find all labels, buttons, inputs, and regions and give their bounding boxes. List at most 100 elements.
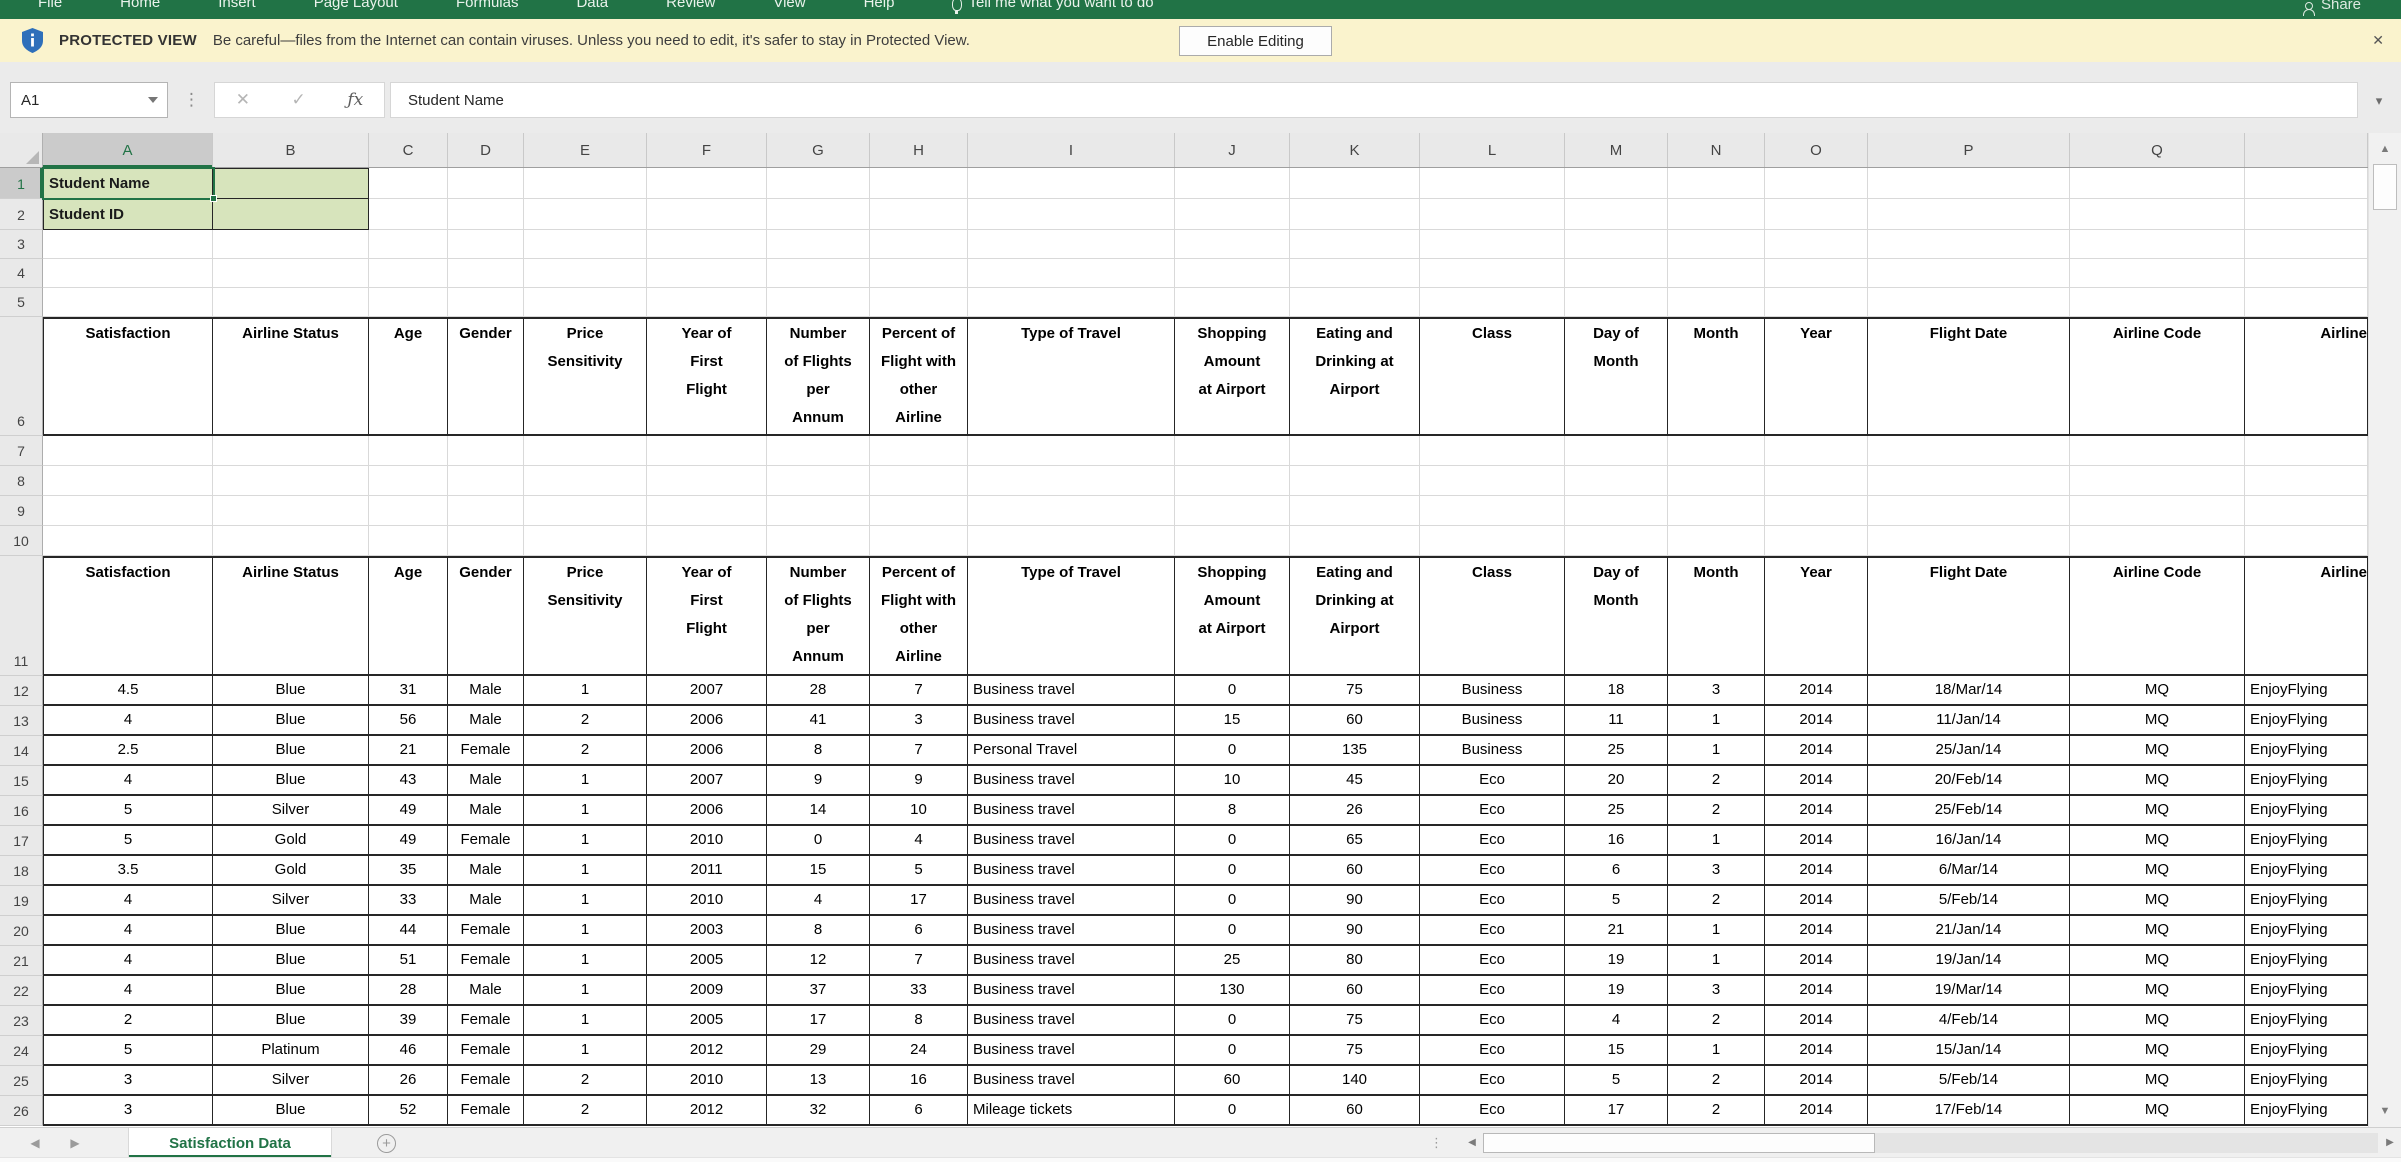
cell-E1[interactable] (524, 168, 647, 199)
cell-G21[interactable]: 12 (767, 946, 870, 976)
cell-F4[interactable] (647, 259, 767, 288)
cell-I1[interactable] (968, 168, 1175, 199)
cell-M1[interactable] (1565, 168, 1668, 199)
cell-G2[interactable] (767, 199, 870, 230)
cell-L25[interactable]: Eco (1420, 1066, 1565, 1096)
cell-K16[interactable]: 26 (1290, 796, 1420, 826)
cell-M22[interactable]: 19 (1565, 976, 1668, 1006)
cell-J24[interactable]: 0 (1175, 1036, 1290, 1066)
cell-M5[interactable] (1565, 288, 1668, 317)
cell-N9[interactable] (1668, 496, 1765, 526)
cell-H8[interactable] (870, 466, 968, 496)
cell-D5[interactable] (448, 288, 524, 317)
tell-me-box[interactable]: Tell me what you want to do (952, 0, 1153, 14)
cell-A21[interactable]: 4 (43, 946, 213, 976)
cell-E13[interactable]: 2 (524, 706, 647, 736)
cell-C12[interactable]: 31 (369, 676, 448, 706)
cell-O21[interactable]: 2014 (1765, 946, 1868, 976)
cell-N13[interactable]: 1 (1668, 706, 1765, 736)
cell-M11[interactable]: Day of Month (1565, 556, 1668, 676)
cell-M7[interactable] (1565, 436, 1668, 466)
cell-F16[interactable]: 2006 (647, 796, 767, 826)
cell-A7[interactable] (43, 436, 213, 466)
cell-J21[interactable]: 25 (1175, 946, 1290, 976)
row-header-25[interactable]: 25 (0, 1066, 43, 1096)
cell-H25[interactable]: 16 (870, 1066, 968, 1096)
row-header-19[interactable]: 19 (0, 886, 43, 916)
cell-L9[interactable] (1420, 496, 1565, 526)
cell-C24[interactable]: 46 (369, 1036, 448, 1066)
cell-O23[interactable]: 2014 (1765, 1006, 1868, 1036)
cell-N12[interactable]: 3 (1668, 676, 1765, 706)
cell-R10[interactable] (2245, 526, 2368, 556)
row-header-6[interactable]: 6 (0, 317, 43, 436)
cell-D24[interactable]: Female (448, 1036, 524, 1066)
cell-P24[interactable]: 15/Jan/14 (1868, 1036, 2070, 1066)
cell-C1[interactable] (369, 168, 448, 199)
cell-O20[interactable]: 2014 (1765, 916, 1868, 946)
row-header-24[interactable]: 24 (0, 1036, 43, 1066)
cell-M6[interactable]: Day of Month (1565, 317, 1668, 436)
cell-I17[interactable]: Business travel (968, 826, 1175, 856)
cell-L18[interactable]: Eco (1420, 856, 1565, 886)
cell-L19[interactable]: Eco (1420, 886, 1565, 916)
cell-A12[interactable]: 4.5 (43, 676, 213, 706)
cell-L5[interactable] (1420, 288, 1565, 317)
cell-I18[interactable]: Business travel (968, 856, 1175, 886)
cell-R1[interactable] (2245, 168, 2368, 199)
cell-J1[interactable] (1175, 168, 1290, 199)
row-header-8[interactable]: 8 (0, 466, 43, 496)
cell-B23[interactable]: Blue (213, 1006, 369, 1036)
cell-P4[interactable] (1868, 259, 2070, 288)
cell-G13[interactable]: 41 (767, 706, 870, 736)
cell-M19[interactable]: 5 (1565, 886, 1668, 916)
cell-P12[interactable]: 18/Mar/14 (1868, 676, 2070, 706)
ribbon-tab-page-layout[interactable]: Page Layout (314, 0, 398, 14)
cell-L7[interactable] (1420, 436, 1565, 466)
cell-I13[interactable]: Business travel (968, 706, 1175, 736)
cell-J3[interactable] (1175, 230, 1290, 259)
cell-H4[interactable] (870, 259, 968, 288)
cell-J14[interactable]: 0 (1175, 736, 1290, 766)
cell-C23[interactable]: 39 (369, 1006, 448, 1036)
cell-O13[interactable]: 2014 (1765, 706, 1868, 736)
cell-F23[interactable]: 2005 (647, 1006, 767, 1036)
cell-K14[interactable]: 135 (1290, 736, 1420, 766)
cell-E10[interactable] (524, 526, 647, 556)
cell-H17[interactable]: 4 (870, 826, 968, 856)
cell-R23[interactable]: EnjoyFlying (2245, 1006, 2368, 1036)
column-header-B[interactable]: B (213, 133, 369, 167)
cell-L10[interactable] (1420, 526, 1565, 556)
cell-I11[interactable]: Type of Travel (968, 556, 1175, 676)
cell-N2[interactable] (1668, 199, 1765, 230)
cell-R7[interactable] (2245, 436, 2368, 466)
row-header-5[interactable]: 5 (0, 288, 43, 317)
cell-R4[interactable] (2245, 259, 2368, 288)
cell-R13[interactable]: EnjoyFlying (2245, 706, 2368, 736)
cell-F5[interactable] (647, 288, 767, 317)
cell-F2[interactable] (647, 199, 767, 230)
cell-Q10[interactable] (2070, 526, 2245, 556)
cell-R9[interactable] (2245, 496, 2368, 526)
cell-M2[interactable] (1565, 199, 1668, 230)
cell-C14[interactable]: 21 (369, 736, 448, 766)
cell-J25[interactable]: 60 (1175, 1066, 1290, 1096)
cell-R5[interactable] (2245, 288, 2368, 317)
cell-A24[interactable]: 5 (43, 1036, 213, 1066)
cell-C13[interactable]: 56 (369, 706, 448, 736)
cell-A11[interactable]: Satisfaction (43, 556, 213, 676)
prev-sheet-icon[interactable]: ◀ (22, 1128, 48, 1158)
cell-E19[interactable]: 1 (524, 886, 647, 916)
cell-C6[interactable]: Age (369, 317, 448, 436)
cell-M14[interactable]: 25 (1565, 736, 1668, 766)
cell-D6[interactable]: Gender (448, 317, 524, 436)
cell-R25[interactable]: EnjoyFlying (2245, 1066, 2368, 1096)
cell-H14[interactable]: 7 (870, 736, 968, 766)
cell-L26[interactable]: Eco (1420, 1096, 1565, 1126)
cell-P8[interactable] (1868, 466, 2070, 496)
banner-close-icon[interactable]: ✕ (2372, 31, 2384, 49)
cell-F18[interactable]: 2011 (647, 856, 767, 886)
cell-E5[interactable] (524, 288, 647, 317)
cell-N25[interactable]: 2 (1668, 1066, 1765, 1096)
cell-I20[interactable]: Business travel (968, 916, 1175, 946)
